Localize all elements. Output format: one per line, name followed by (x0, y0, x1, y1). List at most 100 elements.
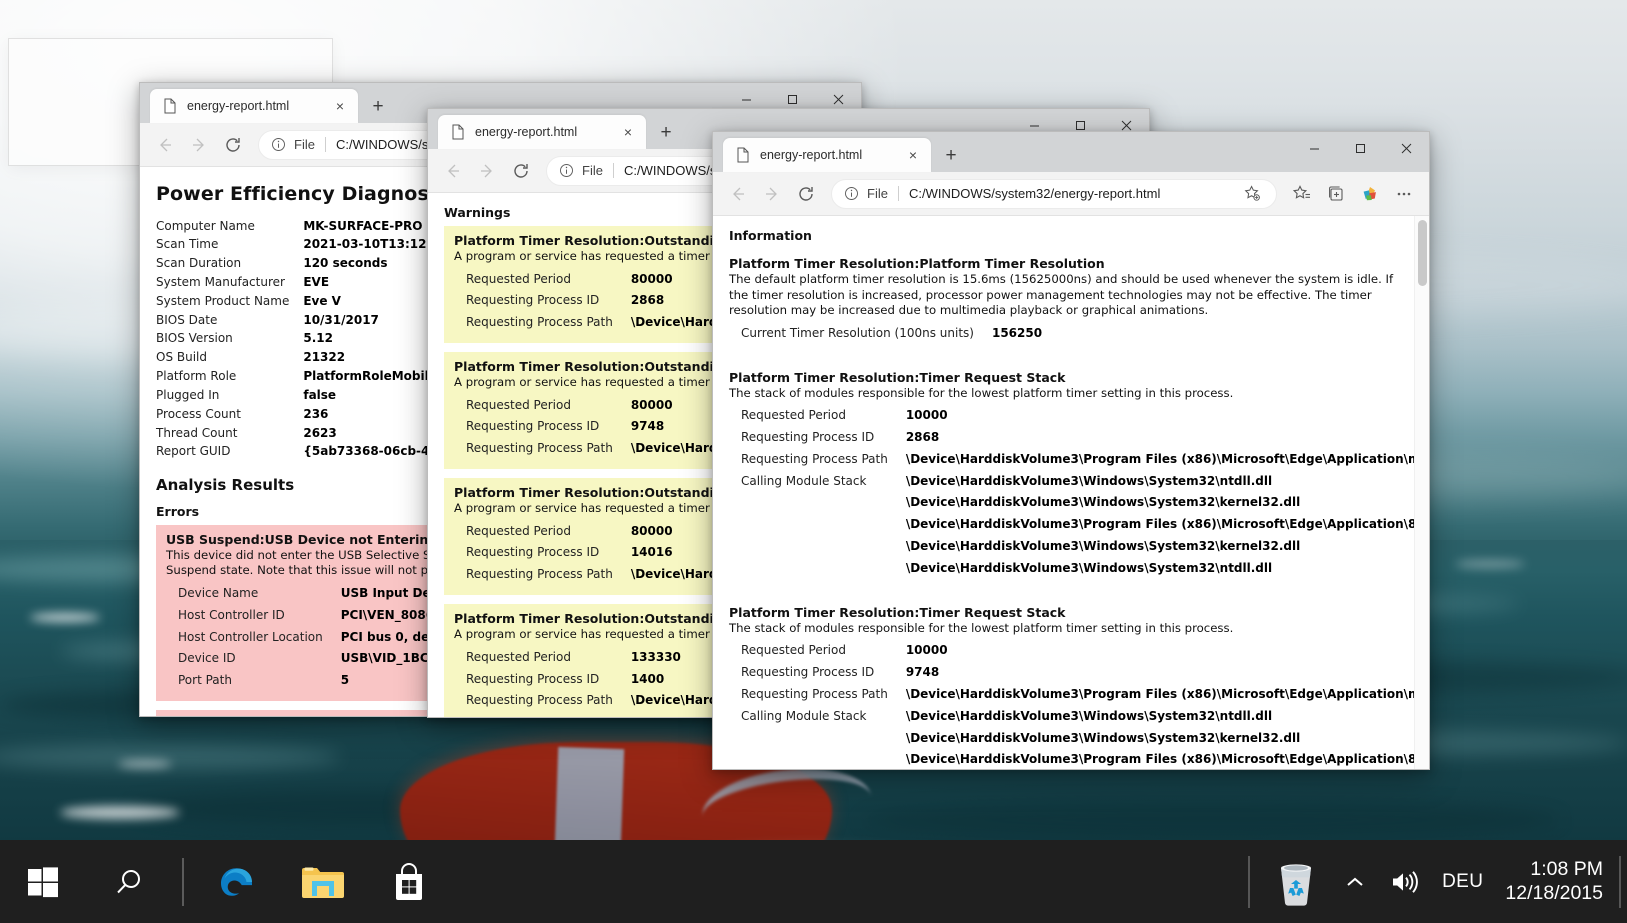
browser-tab[interactable]: energy-report.html × (438, 115, 646, 149)
tab-title: energy-report.html (475, 125, 578, 139)
water-glint (118, 760, 172, 768)
forward-navigation-icon[interactable] (470, 154, 504, 188)
field-label: BIOS Version (156, 331, 233, 346)
browser-tab[interactable]: energy-report.html × (723, 138, 931, 172)
report-card: Platform Timer Resolution:Timer Request … (729, 597, 1429, 769)
titlebar[interactable]: energy-report.html × + (713, 132, 1429, 172)
language-indicator[interactable]: DEU (1430, 840, 1495, 923)
close-tab-icon[interactable]: × (903, 145, 923, 165)
close-tab-icon[interactable]: × (618, 122, 638, 142)
browser-toolbar[interactable]: File C:/WINDOWS/system32/energy-report.h… (713, 172, 1429, 216)
field-value: 10000 (905, 408, 948, 423)
back-navigation-icon[interactable] (721, 177, 755, 211)
close-window-button[interactable] (1383, 132, 1429, 164)
new-tab-button[interactable]: + (364, 92, 392, 120)
field-label: Requesting Process Path (741, 686, 888, 701)
report-page-front[interactable]: Information Platform Timer Resolution:Pl… (713, 216, 1429, 769)
file-scheme-label: File (582, 163, 603, 178)
profile-avatar-icon[interactable] (1353, 177, 1387, 211)
card-title: Platform Timer Resolution:Timer Request … (729, 604, 1066, 620)
field-label (741, 558, 906, 580)
edge-button[interactable] (194, 840, 280, 923)
field-label: Host Controller Location (178, 629, 323, 644)
field-label: Scan Duration (156, 256, 242, 271)
field-label (741, 749, 906, 769)
favorites-icon[interactable] (1285, 177, 1319, 211)
clock[interactable]: 1:08 PM 12/18/2015 (1495, 840, 1619, 923)
show-hidden-icons-chevron-icon[interactable] (1332, 840, 1378, 923)
volume-icon[interactable] (1378, 840, 1430, 923)
information-heading: Information (729, 228, 812, 243)
stack-module-path: \Device\HarddiskVolume3\Windows\System32… (905, 560, 1273, 575)
report-card: Platform Timer Resolution:Platform Timer… (729, 249, 1407, 354)
stack-module-path: \Device\HarddiskVolume3\Windows\System32… (905, 539, 1301, 554)
field-label: Platform Role (156, 369, 237, 384)
stack-module-path: \Device\HarddiskVolume3\Windows\System32… (905, 708, 1273, 723)
forward-navigation-icon[interactable] (755, 177, 789, 211)
field-label: Computer Name (156, 218, 255, 233)
start-button[interactable] (0, 840, 86, 923)
field-value: 156250 (991, 325, 1043, 340)
back-navigation-icon[interactable] (148, 128, 182, 162)
field-label: Calling Module Stack (741, 473, 867, 488)
new-tab-button[interactable]: + (937, 141, 965, 169)
settings-and-more-icon[interactable] (1387, 177, 1421, 211)
wave (860, 800, 1560, 840)
window-controls[interactable] (1291, 132, 1429, 164)
card-description: The stack of modules responsible for the… (729, 385, 1234, 400)
field-label: Thread Count (156, 425, 238, 440)
field-label: Requested Period (741, 408, 846, 423)
field-value: \Device\HarddiskVolume3\Program Files (x… (905, 686, 1429, 701)
store-button[interactable] (366, 840, 452, 923)
file-scheme-label: File (294, 137, 315, 152)
add-favorite-icon[interactable] (1240, 182, 1264, 206)
taskbar[interactable]: DEU 1:08 PM 12/18/2015 (0, 840, 1627, 923)
stack-row: Calling Module Stack \Device\HarddiskVolu… (741, 471, 1429, 493)
browser-window-front[interactable]: energy-report.html × + File C:/WINDOWS/s… (712, 131, 1430, 770)
stack-row: Calling Module Stack \Device\HarddiskVolu… (741, 706, 1429, 728)
file-scheme-label: File (867, 186, 888, 201)
field-label: Requested Period (466, 397, 571, 412)
field-label: Device ID (178, 651, 236, 666)
card-field-table: Requested Period 10000 Requesting Process … (741, 640, 1429, 769)
field-label: Requested Period (741, 643, 846, 658)
field-label: Requesting Process ID (466, 545, 600, 560)
card-field-table: Current Timer Resolution (100ns units) 15… (741, 323, 1042, 345)
address-bar-url[interactable]: C:/WINDOWS/system32/energy-report.html (909, 186, 1240, 201)
close-tab-icon[interactable]: × (330, 96, 350, 116)
system-tray[interactable]: DEU 1:08 PM 12/18/2015 (1248, 840, 1627, 923)
reload-icon[interactable] (216, 128, 250, 162)
card-description: The default platform timer resolution is… (729, 272, 1394, 318)
explorer-button[interactable] (280, 840, 366, 923)
field-label: Requesting Process Path (741, 451, 888, 466)
back-navigation-icon[interactable] (436, 154, 470, 188)
field-label: Requested Period (466, 523, 571, 538)
report-card: Platform Timer Resolution:Timer Request … (729, 362, 1429, 589)
information-list: Platform Timer Resolution:Platform Timer… (729, 249, 1429, 769)
address-bar[interactable]: File C:/WINDOWS/system32/energy-report.h… (831, 178, 1277, 209)
reload-icon[interactable] (504, 154, 538, 188)
field-value: 2868 (905, 429, 940, 444)
vertical-scrollbar[interactable] (1414, 216, 1429, 769)
field-label: BIOS Date (156, 312, 218, 327)
recycle-bin-icon[interactable] (1250, 840, 1332, 923)
field-label: Plugged In (156, 387, 220, 402)
forward-navigation-icon[interactable] (182, 128, 216, 162)
clock-time: 1:08 PM (1530, 857, 1603, 880)
browser-tab[interactable]: energy-report.html × (150, 89, 358, 123)
maximize-button[interactable] (1337, 132, 1383, 164)
field-label: Device Name (178, 585, 259, 600)
stack-row: \Device\HarddiskVolume3\Windows\System32… (741, 728, 1429, 750)
page-favicon-icon (735, 147, 751, 163)
collections-icon[interactable] (1319, 177, 1353, 211)
info-icon (559, 163, 575, 179)
reload-icon[interactable] (789, 177, 823, 211)
search-button[interactable] (86, 840, 172, 923)
field-label: Requesting Process Path (466, 693, 613, 708)
card-title: Platform Timer Resolution:Platform Timer… (729, 256, 1105, 271)
minimize-button[interactable] (1291, 132, 1337, 164)
field-label: Requested Period (466, 271, 571, 286)
scrollbar-thumb[interactable] (1418, 220, 1427, 286)
field-label: System Manufacturer (156, 274, 285, 289)
new-tab-button[interactable]: + (652, 118, 680, 146)
